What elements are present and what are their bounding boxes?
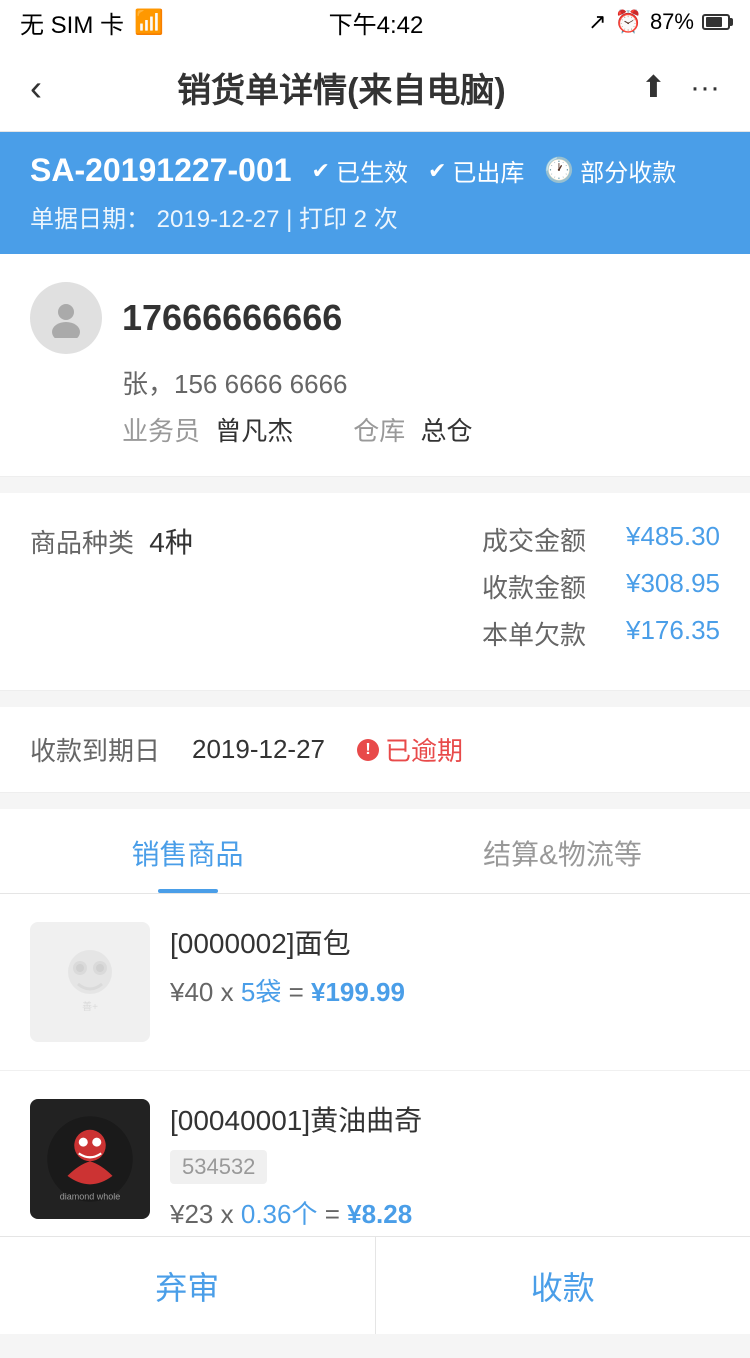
overdue-dot-icon: ! — [357, 739, 379, 761]
svg-text:diamond whole: diamond whole — [60, 1192, 121, 1202]
amount-value: ¥485.30 — [626, 521, 720, 558]
salesperson-info: 业务员 曾凡杰 — [122, 411, 293, 448]
customer-info-row: 业务员 曾凡杰 仓库 总仓 — [122, 411, 720, 448]
product-types: 商品种类 4种 — [30, 521, 193, 561]
salesperson-value: 曾凡杰 — [215, 416, 293, 446]
overdue-text: 已逾期 — [385, 731, 463, 768]
product-info-1: [0000002]面包 ¥40 x 5袋 = ¥199.99 — [170, 922, 720, 1009]
confirm-button[interactable]: 收款 — [376, 1237, 750, 1334]
bottom-bar: 弃审 收款 — [0, 1236, 750, 1334]
owed-value: ¥176.35 — [626, 615, 720, 652]
product-types-value: 4种 — [149, 527, 193, 558]
status-bar: 无 SIM 卡 📶 下午4:42 ↗ ⏰ 87% — [0, 0, 750, 44]
status-left: 无 SIM 卡 📶 — [20, 5, 164, 40]
print-info: | 打印 2 次 — [286, 206, 398, 233]
carrier-label: 无 SIM 卡 — [20, 5, 124, 40]
header-row2: 单据日期： 2019-12-27 | 打印 2 次 — [30, 199, 720, 234]
product-name-1: [0000002]面包 — [170, 922, 720, 962]
status-effective: ✔ 已生效 — [312, 153, 408, 188]
customer-row: 17666666666 — [30, 282, 720, 354]
stats-section: 商品种类 4种 成交金额 ¥485.30 收款金额 ¥308.95 本单欠款 ¥… — [0, 493, 750, 691]
back-button[interactable]: ‹ — [30, 67, 42, 109]
list-item: 善+ [0000002]面包 ¥40 x 5袋 = ¥199.99 — [0, 894, 750, 1071]
customer-name-phone: 张，156 6666 6666 — [122, 364, 720, 401]
wifi-icon: 📶 — [134, 8, 164, 37]
product-unit-price-1: ¥40 — [170, 977, 213, 1007]
product-unit-price-2: ¥23 — [170, 1199, 213, 1229]
product-total-2: ¥8.28 — [347, 1199, 412, 1229]
cancel-button[interactable]: 弃审 — [0, 1237, 376, 1334]
received-label: 收款金额 — [482, 568, 586, 605]
check-icon-2: ✔ — [428, 158, 446, 184]
nav-bar: ‹ 销货单详情(来自电脑) ⬆ ··· — [0, 44, 750, 132]
product-image-1: 善+ — [30, 922, 150, 1042]
owed-label: 本单欠款 — [482, 615, 586, 652]
check-icon-1: ✔ — [312, 158, 330, 184]
product-image-2: diamond whole — [30, 1099, 150, 1219]
overdue-badge: ! 已逾期 — [357, 731, 463, 768]
battery-icon — [702, 14, 730, 30]
stats-right: 成交金额 ¥485.30 收款金额 ¥308.95 本单欠款 ¥176.35 — [482, 521, 720, 662]
tabs-bar: 销售商品 结算&物流等 — [0, 809, 750, 894]
customer-section: 17666666666 张，156 6666 6666 业务员 曾凡杰 仓库 总… — [0, 254, 750, 477]
due-label: 收款到期日 — [30, 731, 160, 768]
order-id: SA-20191227-001 — [30, 152, 292, 189]
status-partial: 🕐 部分收款 — [544, 153, 676, 188]
received-row: 收款金额 ¥308.95 — [482, 568, 720, 605]
product-types-label: 商品种类 — [30, 528, 134, 558]
tab-settlement[interactable]: 结算&物流等 — [375, 809, 750, 893]
share-icon[interactable]: ⬆ — [641, 70, 666, 105]
owed-row: 本单欠款 ¥176.35 — [482, 615, 720, 652]
page-title: 销货单详情(来自电脑) — [177, 63, 506, 112]
status-right: ↗ ⏰ 87% — [588, 9, 730, 35]
product-price-1: ¥40 x 5袋 = ¥199.99 — [170, 972, 720, 1009]
header-band: SA-20191227-001 ✔ 已生效 ✔ 已出库 🕐 部分收款 单据日期：… — [0, 132, 750, 254]
salesperson-label: 业务员 — [122, 416, 200, 446]
product-info-2: [00040001]黄油曲奇 534532 ¥23 x 0.36个 = ¥8.2… — [170, 1099, 720, 1231]
due-date-value: 2019-12-27 — [192, 734, 325, 765]
product-qty-1: 5袋 — [241, 977, 281, 1007]
product-name-2: [00040001]黄油曲奇 — [170, 1099, 720, 1139]
customer-avatar — [30, 282, 102, 354]
date-label: 单据日期： — [30, 206, 150, 233]
customer-phone: 17666666666 — [122, 297, 342, 339]
product-tag-2: 534532 — [170, 1150, 267, 1184]
time-label: 下午4:42 — [329, 5, 424, 40]
due-section: 收款到期日 2019-12-27 ! 已逾期 — [0, 707, 750, 793]
received-value: ¥308.95 — [626, 568, 720, 605]
list-item: diamond whole [00040001]黄油曲奇 534532 ¥23 … — [0, 1071, 750, 1260]
product-qty-2: 0.36个 — [241, 1199, 318, 1229]
warehouse-value: 总仓 — [421, 416, 473, 446]
tab-sales-products[interactable]: 销售商品 — [0, 809, 375, 893]
amount-row: 成交金额 ¥485.30 — [482, 521, 720, 558]
product-list: 善+ [0000002]面包 ¥40 x 5袋 = ¥199.99 — [0, 894, 750, 1260]
warehouse-info: 仓库 总仓 — [353, 411, 472, 448]
amount-label: 成交金额 — [482, 521, 586, 558]
clock-icon: 🕐 — [544, 156, 574, 185]
product-total-1: ¥199.99 — [311, 977, 405, 1007]
order-date: 2019-12-27 — [157, 206, 280, 233]
header-row1: SA-20191227-001 ✔ 已生效 ✔ 已出库 🕐 部分收款 — [30, 152, 720, 189]
status-shipped: ✔ 已出库 — [428, 153, 524, 188]
battery-label: 87% — [650, 9, 694, 35]
warehouse-label: 仓库 — [353, 416, 405, 446]
alarm-icon: ⏰ — [615, 9, 642, 35]
product-price-2: ¥23 x 0.36个 = ¥8.28 — [170, 1194, 720, 1231]
svg-text:善+: 善+ — [82, 1000, 98, 1013]
nav-actions: ⬆ ··· — [641, 70, 720, 105]
location-icon: ↗ — [588, 9, 606, 35]
more-icon[interactable]: ··· — [690, 71, 720, 105]
